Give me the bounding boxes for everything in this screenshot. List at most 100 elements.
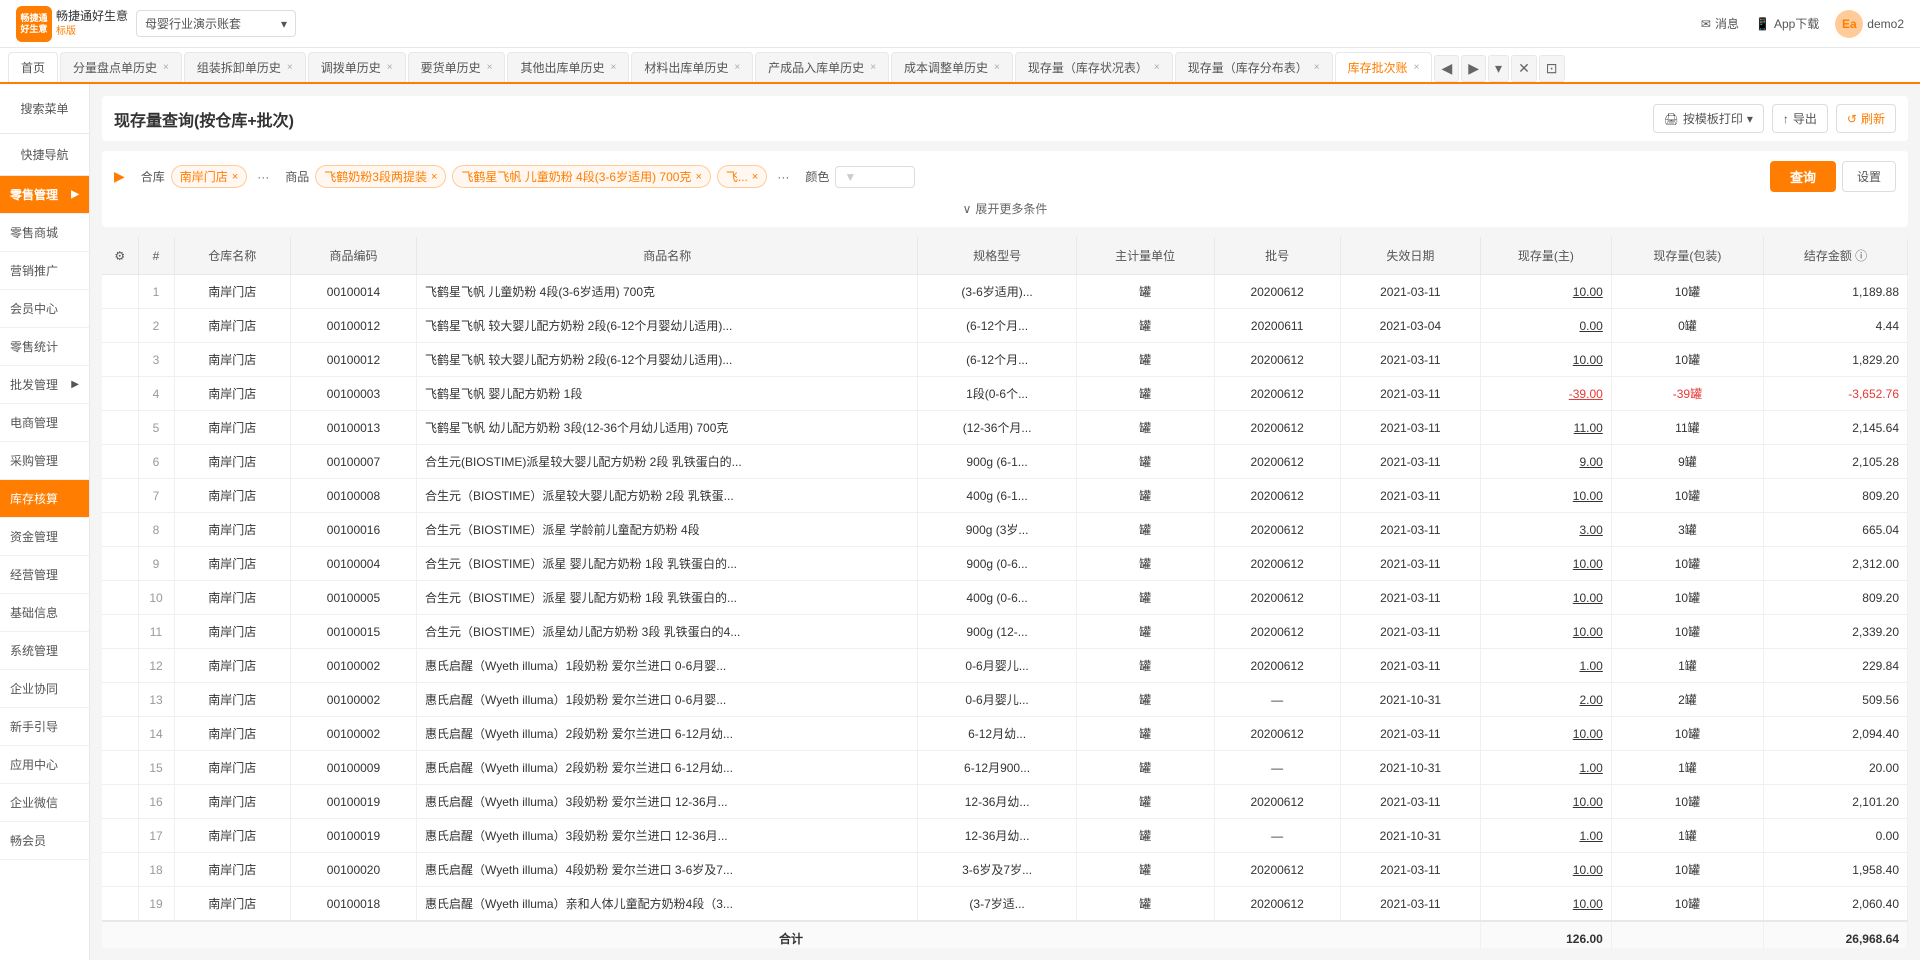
tab-nav-left[interactable]: ◀ bbox=[1434, 55, 1459, 82]
tab-close-icon[interactable]: × bbox=[734, 62, 740, 73]
product-more-btn[interactable]: ··· bbox=[773, 170, 793, 184]
sidebar-item-retail-stats[interactable]: 零售统计 bbox=[0, 328, 89, 366]
tab-11-active[interactable]: 库存批次账 × bbox=[1335, 52, 1433, 82]
sidebar-item-system[interactable]: 系统管理 bbox=[0, 632, 89, 670]
tab-close-icon[interactable]: × bbox=[994, 62, 1000, 73]
remove-tag-icon[interactable]: × bbox=[232, 171, 238, 183]
remove-tag-icon[interactable]: × bbox=[752, 171, 758, 183]
tab-5[interactable]: 其他出库单历史 × bbox=[507, 52, 629, 82]
tab-9[interactable]: 现存量（库存状况表） × bbox=[1015, 52, 1173, 82]
sidebar-item-inventory[interactable]: 库存核算 bbox=[0, 480, 89, 518]
filter-area: ▶ 合库 南岸门店 × ··· 商品 飞鹤奶粉3段两提装 × bbox=[102, 151, 1908, 227]
tab-close-icon[interactable]: × bbox=[1314, 62, 1320, 73]
gear-icon[interactable]: ⚙ bbox=[114, 249, 125, 263]
row-amount: -3,652.76 bbox=[1764, 377, 1908, 411]
row-qty-main[interactable]: 10.00 bbox=[1481, 343, 1612, 377]
tab-8[interactable]: 成本调整单历史 × bbox=[891, 52, 1013, 82]
tab-3[interactable]: 调拨单历史 × bbox=[308, 52, 406, 82]
warehouse-more-btn[interactable]: ··· bbox=[253, 170, 273, 184]
col-gear[interactable]: ⚙ bbox=[102, 237, 138, 275]
sidebar-item-operations[interactable]: 经营管理 bbox=[0, 556, 89, 594]
row-qty-main[interactable]: 10.00 bbox=[1481, 275, 1612, 309]
row-qty-main[interactable]: 3.00 bbox=[1481, 513, 1612, 547]
settings-btn[interactable]: 设置 bbox=[1842, 161, 1896, 192]
tab-close-all[interactable]: ✕ bbox=[1511, 55, 1537, 82]
sidebar-item-mall[interactable]: 零售商城 bbox=[0, 214, 89, 252]
sidebar-item-ecommerce[interactable]: 电商管理 bbox=[0, 404, 89, 442]
tab-close-icon[interactable]: × bbox=[1414, 62, 1420, 73]
tab-nav-right[interactable]: ▶ bbox=[1461, 55, 1486, 82]
sidebar-item-collab[interactable]: 企业协同 bbox=[0, 670, 89, 708]
sidebar-item-wholesale[interactable]: 批发管理 ▶ bbox=[0, 366, 89, 404]
sidebar-item-guide[interactable]: 新手引导 bbox=[0, 708, 89, 746]
row-qty-main[interactable]: 2.00 bbox=[1481, 683, 1612, 717]
print-btn[interactable]: 🖨 按模板打印 ▾ bbox=[1653, 104, 1764, 133]
row-qty-main[interactable]: 10.00 bbox=[1481, 785, 1612, 819]
tab-1[interactable]: 分量盘点单历史 × bbox=[60, 52, 182, 82]
filter-expand-arrow[interactable]: ▶ bbox=[114, 168, 125, 185]
refresh-btn[interactable]: ↺ 刷新 bbox=[1836, 104, 1896, 133]
user-area[interactable]: Ea demo2 bbox=[1835, 10, 1904, 38]
row-qty-main[interactable]: 10.00 bbox=[1481, 615, 1612, 649]
tab-close-icon[interactable]: × bbox=[870, 62, 876, 73]
warehouse-tag[interactable]: 南岸门店 × bbox=[171, 165, 247, 188]
row-warehouse: 南岸门店 bbox=[174, 343, 290, 377]
sidebar-item-basic[interactable]: 基础信息 bbox=[0, 594, 89, 632]
company-selector[interactable]: 母婴行业演示账套 ▾ bbox=[136, 10, 296, 37]
tab-6[interactable]: 材料出库单历史 × bbox=[631, 52, 753, 82]
product-tag-1[interactable]: 飞鹤奶粉3段两提装 × bbox=[315, 165, 446, 188]
sidebar-item-retail[interactable]: 零售管理 ▶ bbox=[0, 176, 89, 214]
sidebar-item-marketing[interactable]: 营销推广 bbox=[0, 252, 89, 290]
tab-2[interactable]: 组装拆卸单历史 × bbox=[184, 52, 306, 82]
row-qty-main[interactable]: 11.00 bbox=[1481, 411, 1612, 445]
remove-tag-icon[interactable]: × bbox=[431, 171, 437, 183]
row-num: 3 bbox=[138, 343, 174, 377]
row-qty-main[interactable]: 10.00 bbox=[1481, 581, 1612, 615]
query-btn[interactable]: 查询 bbox=[1770, 161, 1836, 192]
sidebar-item-wechat[interactable]: 企业微信 bbox=[0, 784, 89, 822]
tab-nav-expand[interactable]: ▾ bbox=[1488, 55, 1509, 82]
row-warehouse: 南岸门店 bbox=[174, 751, 290, 785]
row-qty-main[interactable]: 0.00 bbox=[1481, 309, 1612, 343]
row-qty-main[interactable]: 1.00 bbox=[1481, 751, 1612, 785]
tab-10[interactable]: 现存量（库存分布表） × bbox=[1175, 52, 1333, 82]
tab-close-icon[interactable]: × bbox=[610, 62, 616, 73]
row-qty-main[interactable]: 10.00 bbox=[1481, 717, 1612, 751]
expand-more-btn[interactable]: ∨ 展开更多条件 bbox=[114, 200, 1896, 217]
product-tag-2[interactable]: 飞鹤星飞帆 儿童奶粉 4段(3-6岁适用) 700克 × bbox=[452, 165, 710, 188]
row-qty-pkg: 1罐 bbox=[1611, 751, 1763, 785]
row-qty-main[interactable]: 1.00 bbox=[1481, 819, 1612, 853]
sidebar-item-appstore[interactable]: 应用中心 bbox=[0, 746, 89, 784]
tab-maximize[interactable]: ⊡ bbox=[1539, 55, 1565, 82]
sidebar-item-vip[interactable]: 畅会员 bbox=[0, 822, 89, 860]
row-qty-main[interactable]: 9.00 bbox=[1481, 445, 1612, 479]
sidebar-item-purchase[interactable]: 采购管理 bbox=[0, 442, 89, 480]
tab-4[interactable]: 要货单历史 × bbox=[408, 52, 506, 82]
row-qty-pkg: -39罐 bbox=[1611, 377, 1763, 411]
row-qty-main[interactable]: 10.00 bbox=[1481, 887, 1612, 922]
row-qty-main[interactable]: 1.00 bbox=[1481, 649, 1612, 683]
row-qty-main[interactable]: 10.00 bbox=[1481, 479, 1612, 513]
row-expire: 2021-03-11 bbox=[1340, 785, 1480, 819]
tab-7[interactable]: 产成品入库单历史 × bbox=[755, 52, 889, 82]
sidebar-item-member[interactable]: 会员中心 bbox=[0, 290, 89, 328]
row-qty-main[interactable]: 10.00 bbox=[1481, 853, 1612, 887]
row-qty-main[interactable]: -39.00 bbox=[1481, 377, 1612, 411]
app-download-btn[interactable]: 📱 App下载 bbox=[1755, 15, 1819, 32]
color-dropdown[interactable]: ▼ bbox=[835, 166, 915, 188]
tab-home[interactable]: 首页 bbox=[8, 52, 58, 82]
tab-close-icon[interactable]: × bbox=[287, 62, 293, 73]
tab-close-icon[interactable]: × bbox=[487, 62, 493, 73]
sidebar-item-finance[interactable]: 资金管理 bbox=[0, 518, 89, 556]
remove-tag-icon[interactable]: × bbox=[695, 171, 701, 183]
message-btn[interactable]: ✉ 消息 bbox=[1701, 15, 1739, 32]
tab-close-icon[interactable]: × bbox=[387, 62, 393, 73]
search-menu-btn[interactable]: 搜索菜单 bbox=[4, 92, 85, 125]
export-btn[interactable]: ↑ 导出 bbox=[1772, 104, 1828, 133]
quick-nav-btn[interactable]: 快捷导航 bbox=[4, 138, 85, 171]
tab-close-icon[interactable]: × bbox=[163, 62, 169, 73]
tab-close-icon[interactable]: × bbox=[1154, 62, 1160, 73]
row-name: 惠氏启醒（Wyeth illuma）1段奶粉 爱尔兰进口 0-6月婴... bbox=[417, 649, 918, 683]
product-tag-3[interactable]: 飞... × bbox=[717, 165, 767, 188]
row-qty-main[interactable]: 10.00 bbox=[1481, 547, 1612, 581]
